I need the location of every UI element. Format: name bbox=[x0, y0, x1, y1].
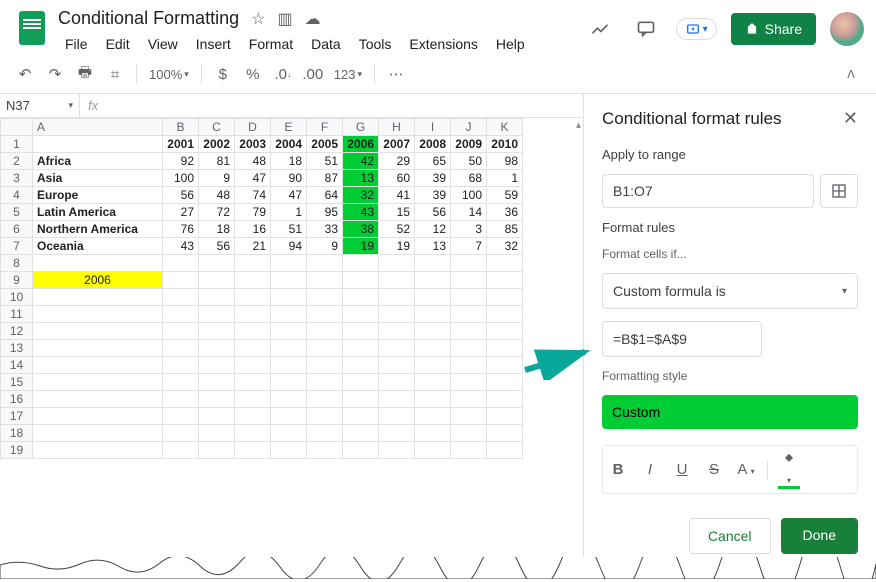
conditional-format-panel: Conditional format rules ✕ Apply to rang… bbox=[584, 94, 876, 561]
underline-icon[interactable]: U bbox=[671, 461, 693, 478]
menu-data[interactable]: Data bbox=[304, 33, 348, 55]
increase-decimal-icon[interactable]: .00 bbox=[300, 61, 326, 87]
menu-edit[interactable]: Edit bbox=[99, 33, 137, 55]
menu-help[interactable]: Help bbox=[489, 33, 532, 55]
zoom-select[interactable]: 100% ▾ bbox=[145, 67, 193, 82]
comments-icon[interactable] bbox=[630, 13, 662, 45]
app-header: Conditional Formatting ☆ ▥ ☁ FileEditVie… bbox=[0, 0, 876, 55]
undo-icon[interactable]: ↶ bbox=[12, 61, 38, 87]
present-button[interactable]: ▾ bbox=[676, 18, 717, 40]
number-format-select[interactable]: 123 ▾ bbox=[330, 67, 366, 82]
collapse-toolbar-icon[interactable]: ᐱ bbox=[838, 61, 864, 87]
range-input[interactable]: B1:O7 bbox=[602, 174, 814, 208]
bold-icon[interactable]: B bbox=[607, 461, 629, 478]
fill-color-icon[interactable]: ▾ bbox=[778, 452, 800, 487]
style-preview[interactable]: Custom bbox=[602, 395, 858, 429]
menu-file[interactable]: File bbox=[58, 33, 95, 55]
print-icon[interactable]: 🖶 bbox=[72, 61, 98, 87]
currency-icon[interactable]: $ bbox=[210, 61, 236, 87]
text-color-icon[interactable]: A ▾ bbox=[735, 461, 757, 478]
menubar: FileEditViewInsertFormatDataToolsExtensi… bbox=[58, 33, 584, 55]
menu-extensions[interactable]: Extensions bbox=[402, 33, 484, 55]
name-box[interactable]: N37▾ bbox=[0, 94, 80, 117]
star-icon[interactable]: ☆ bbox=[251, 9, 265, 29]
done-button[interactable]: Done bbox=[781, 518, 858, 554]
apply-range-label: Apply to range bbox=[602, 147, 858, 162]
spreadsheet-area: N37▾ fx ABCDEFGHIJK120012002200320042005… bbox=[0, 94, 584, 561]
insights-icon[interactable] bbox=[584, 13, 616, 45]
cloud-icon[interactable]: ☁ bbox=[305, 9, 321, 29]
format-cells-if-label: Format cells if... bbox=[602, 247, 858, 261]
move-icon[interactable]: ▥ bbox=[277, 9, 292, 29]
menu-tools[interactable]: Tools bbox=[352, 33, 399, 55]
menu-format[interactable]: Format bbox=[242, 33, 300, 55]
torn-edge bbox=[0, 557, 876, 579]
close-icon[interactable]: ✕ bbox=[843, 108, 858, 129]
share-button[interactable]: Share bbox=[731, 13, 816, 45]
formula-bar-fx-icon: fx bbox=[80, 98, 106, 113]
toolbar: ↶ ↷ 🖶 ⌗ 100% ▾ $ % .0↓ .00 123 ▾ ⋯ ᐱ bbox=[0, 55, 876, 94]
italic-icon[interactable]: I bbox=[639, 461, 661, 478]
scroll-up-icon[interactable]: ▴ bbox=[576, 120, 581, 131]
percent-icon[interactable]: % bbox=[240, 61, 266, 87]
menu-view[interactable]: View bbox=[141, 33, 185, 55]
formatting-style-label: Formatting style bbox=[602, 369, 858, 383]
grid[interactable]: ABCDEFGHIJK12001200220032004200520062007… bbox=[0, 118, 583, 561]
strikethrough-icon[interactable]: S bbox=[703, 461, 725, 478]
paint-format-icon[interactable]: ⌗ bbox=[102, 61, 128, 87]
sheets-logo[interactable] bbox=[12, 8, 52, 48]
panel-title: Conditional format rules bbox=[602, 109, 782, 129]
condition-select[interactable]: Custom formula is▾ bbox=[602, 273, 858, 309]
doc-title[interactable]: Conditional Formatting bbox=[58, 8, 239, 29]
redo-icon[interactable]: ↷ bbox=[42, 61, 68, 87]
menu-insert[interactable]: Insert bbox=[189, 33, 238, 55]
format-rules-label: Format rules bbox=[602, 220, 858, 235]
decrease-decimal-icon[interactable]: .0↓ bbox=[270, 61, 296, 87]
style-toolbar: B I U S A ▾ ▾ bbox=[602, 445, 858, 494]
formula-input[interactable]: =B$1=$A$9 bbox=[602, 321, 762, 357]
cancel-button[interactable]: Cancel bbox=[689, 518, 771, 554]
select-range-icon[interactable] bbox=[820, 174, 858, 208]
account-avatar[interactable] bbox=[830, 12, 864, 46]
more-toolbar-icon[interactable]: ⋯ bbox=[383, 61, 409, 87]
